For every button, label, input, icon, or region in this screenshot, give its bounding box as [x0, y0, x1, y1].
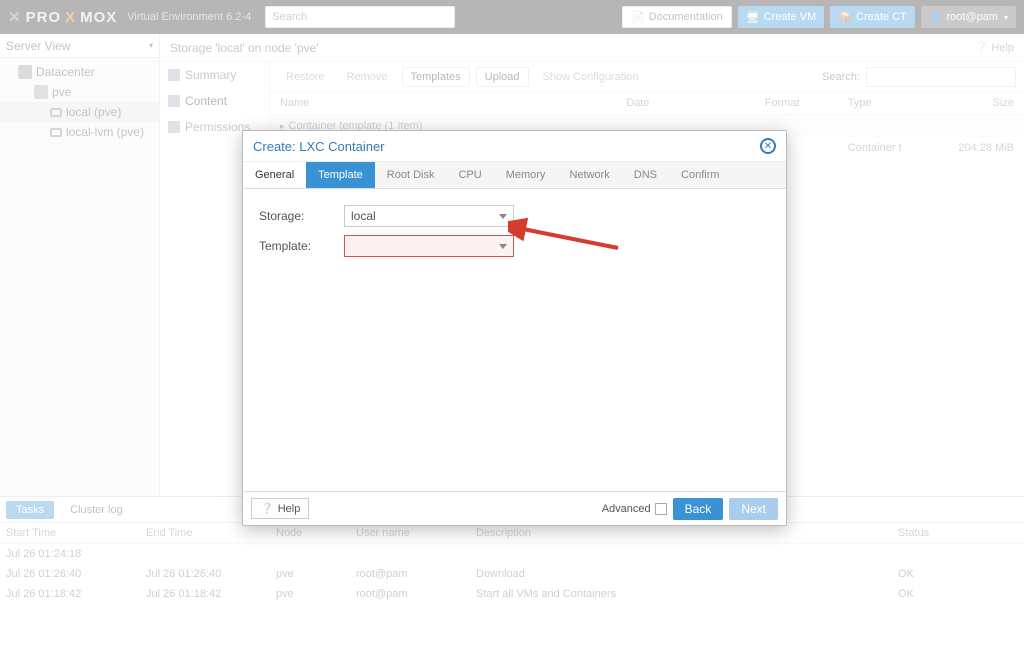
storage-icon	[50, 128, 62, 137]
search-label: Search:	[822, 71, 860, 83]
create-ct-button[interactable]: 📦Create CT	[830, 6, 914, 28]
permissions-icon	[168, 121, 180, 133]
dialog-close-button[interactable]: ✕	[760, 138, 776, 154]
tab-dns[interactable]: DNS	[622, 162, 669, 188]
submenu-summary[interactable]: Summary	[160, 62, 269, 88]
help-link[interactable]: ❔Help	[975, 41, 1014, 54]
chevron-down-icon	[499, 214, 507, 219]
create-lxc-dialog: Create: LXC Container ✕ General Template…	[242, 130, 787, 526]
template-select[interactable]	[344, 235, 514, 257]
brand-logo: ✕ PROXMOX	[8, 8, 117, 26]
chevron-down-icon	[499, 244, 507, 249]
restore-button: Restore	[278, 68, 333, 86]
create-vm-button[interactable]: 🖥Create VM	[738, 6, 825, 28]
breadcrumb: Storage 'local' on node 'pve'	[170, 41, 319, 55]
task-row[interactable]: Jul 26 01:26:40 Jul 26 01:26:40 pve root…	[0, 564, 1024, 584]
tab-network[interactable]: Network	[557, 162, 621, 188]
tab-confirm[interactable]: Confirm	[669, 162, 732, 188]
remove-button: Remove	[339, 68, 396, 86]
tree-node-pve[interactable]: pve	[0, 82, 159, 102]
documentation-button[interactable]: 📄Documentation	[622, 6, 732, 28]
dialog-title: Create: LXC Container	[253, 139, 385, 154]
server-icon	[34, 85, 48, 99]
tab-memory[interactable]: Memory	[494, 162, 558, 188]
cluster-log-tab[interactable]: Cluster log	[60, 501, 133, 519]
next-button[interactable]: Next	[729, 498, 778, 520]
submenu-content[interactable]: Content	[160, 88, 269, 114]
back-button[interactable]: Back	[673, 498, 724, 520]
advanced-toggle[interactable]: Advanced	[602, 503, 667, 515]
storage-label: Storage:	[259, 209, 344, 223]
task-row[interactable]: Jul 26 01:24:18	[0, 544, 1024, 564]
tab-template[interactable]: Template	[306, 162, 375, 188]
upload-button[interactable]: Upload	[476, 67, 529, 87]
template-label: Template:	[259, 239, 344, 253]
tree-view-selector[interactable]: Server View▾	[0, 34, 159, 58]
global-search-input[interactable]	[265, 6, 455, 28]
tab-cpu[interactable]: CPU	[446, 162, 493, 188]
user-menu[interactable]: 👤root@pam▾	[921, 6, 1016, 28]
datacenter-icon	[18, 65, 32, 79]
tree-storage-local[interactable]: local (pve)	[0, 102, 159, 122]
show-config-button: Show Configuration	[535, 68, 647, 86]
tasks-tab[interactable]: Tasks	[6, 501, 54, 519]
content-icon	[168, 95, 180, 107]
templates-button[interactable]: Templates	[402, 67, 470, 87]
checkbox-icon	[655, 503, 667, 515]
dialog-help-button[interactable]: ❔Help	[251, 498, 309, 519]
tree-datacenter[interactable]: Datacenter	[0, 62, 159, 82]
tab-general[interactable]: General	[243, 162, 306, 188]
summary-icon	[168, 69, 180, 81]
task-row[interactable]: Jul 26 01:18:42 Jul 26 01:18:42 pve root…	[0, 584, 1024, 604]
content-search-input[interactable]	[866, 67, 1016, 87]
storage-select[interactable]: local	[344, 205, 514, 227]
version-label: Virtual Environment 6.2-4	[127, 11, 251, 23]
tree-storage-local-lvm[interactable]: local-lvm (pve)	[0, 122, 159, 142]
storage-icon	[50, 108, 62, 117]
task-grid-header: Start Time End Time Node User name Descr…	[0, 523, 1024, 544]
grid-header: Name Date Format Type Size	[270, 92, 1024, 115]
tab-root-disk[interactable]: Root Disk	[375, 162, 447, 188]
